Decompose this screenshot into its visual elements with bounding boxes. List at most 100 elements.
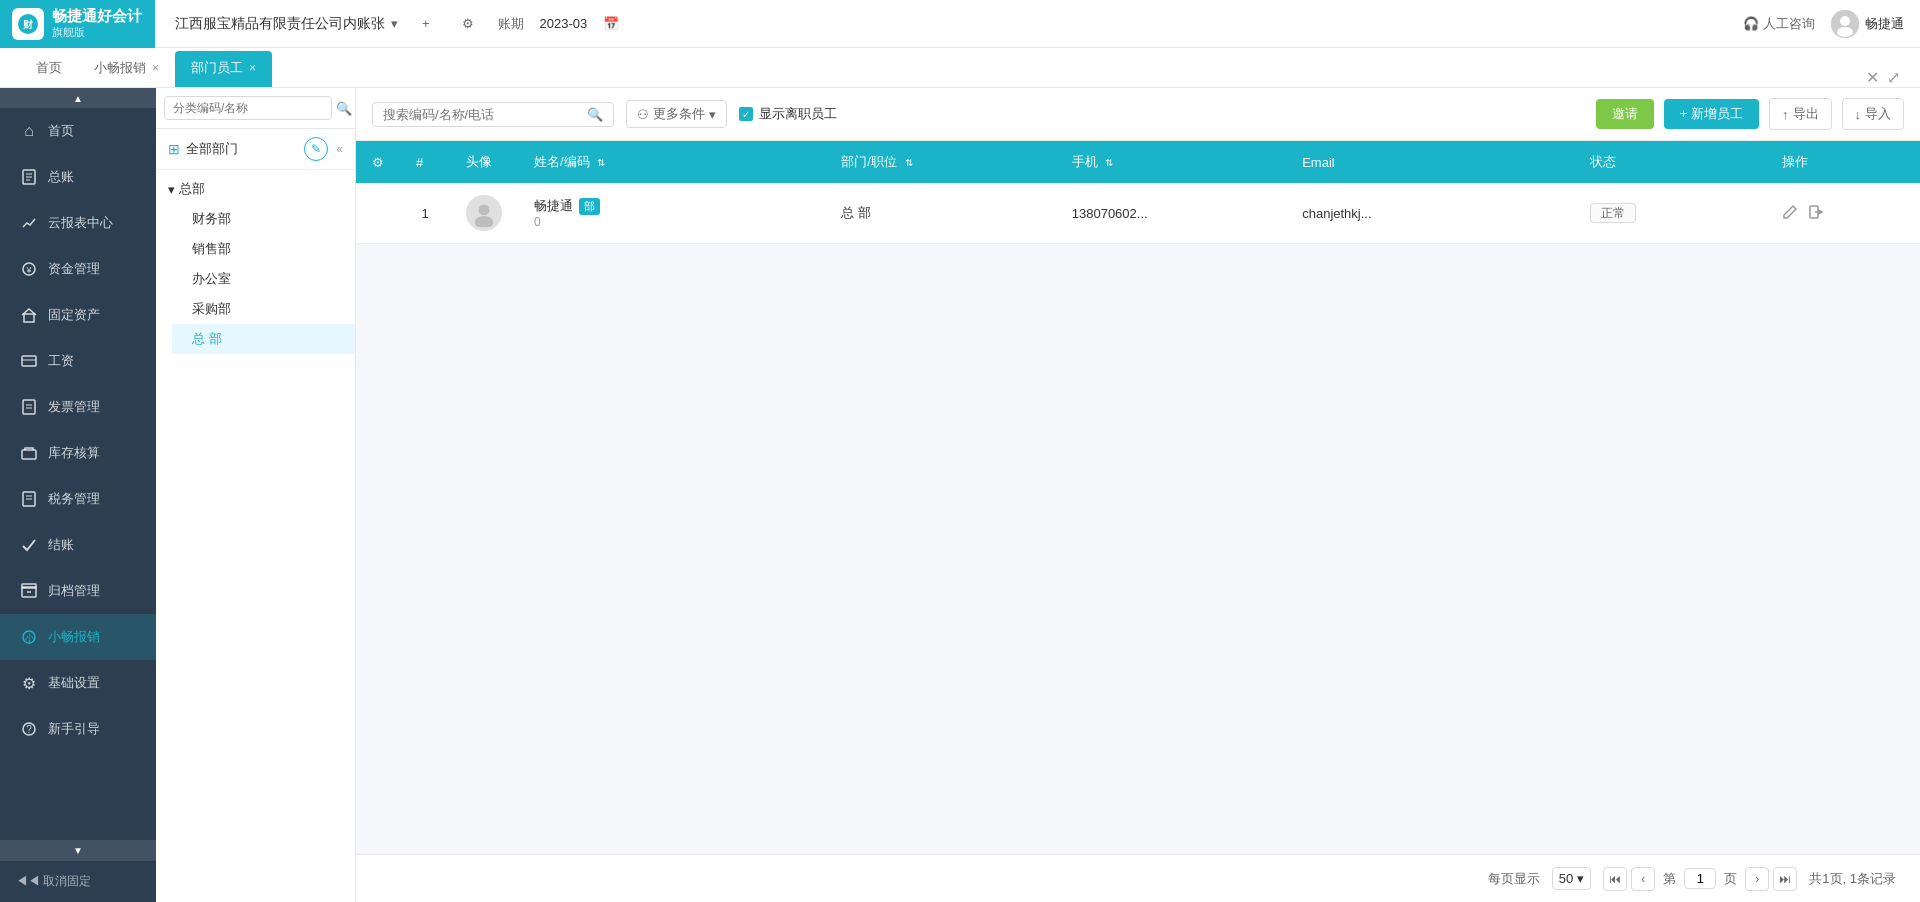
sidebar-item-payroll[interactable]: 工资 xyxy=(0,338,156,384)
dept-item-sales[interactable]: 销售部 xyxy=(172,234,355,264)
sidebar-item-ledger[interactable]: 总账 xyxy=(0,154,156,200)
expense-icon: 小 xyxy=(20,628,38,646)
tab-expense[interactable]: 小畅报销 × xyxy=(78,51,175,87)
sidebar-item-basic[interactable]: ⚙ 基础设置 xyxy=(0,660,156,706)
sidebar-item-invoice[interactable]: 发票管理 xyxy=(0,384,156,430)
dept-item-general[interactable]: 总 部 xyxy=(172,324,355,354)
funds-icon: ¥ xyxy=(20,260,38,278)
employee-search-icon[interactable]: 🔍 xyxy=(587,107,603,122)
toolbar-right: 邀请 + 新增员工 ↑ 导出 ↓ 导入 xyxy=(1596,98,1904,130)
filter-button[interactable]: ⚇ 更多条件 ▾ xyxy=(626,100,727,128)
dept-item-office[interactable]: 办公室 xyxy=(172,264,355,294)
sidebar-item-inventory[interactable]: 库存核算 xyxy=(0,430,156,476)
employee-dept: 总 部 xyxy=(841,205,871,220)
dept-item-purchase-label: 采购部 xyxy=(192,300,231,318)
dept-search-input[interactable] xyxy=(164,96,332,120)
sidebar-item-closing[interactable]: 结账 xyxy=(0,522,156,568)
th-dept[interactable]: 部门/职位 ⇅ xyxy=(825,141,1055,183)
sidebar-item-funds[interactable]: ¥ 资金管理 xyxy=(0,246,156,292)
content-area: 🔍 ⊞ 全部部门 ✎ « ▾ 总部 财务部 xyxy=(156,88,1920,902)
calendar-icon[interactable]: 📅 xyxy=(603,16,619,31)
sidebar-item-guide[interactable]: ? 新手引导 xyxy=(0,706,156,752)
next-page-button[interactable]: › xyxy=(1745,867,1769,891)
export-button[interactable]: ↑ 导出 xyxy=(1769,98,1832,130)
employee-search-input[interactable] xyxy=(383,107,583,122)
settings-button[interactable]: ⚙ xyxy=(454,12,482,35)
th-name[interactable]: 姓名/编码 ⇅ xyxy=(518,141,825,183)
tab-home[interactable]: 首页 xyxy=(20,51,78,87)
add-tab-button[interactable]: + xyxy=(414,12,438,35)
first-page-button[interactable]: ⏮ xyxy=(1603,867,1627,891)
dept-arrow-icon: ▾ xyxy=(168,182,175,197)
pagination-bar: 每页显示 50 ▾ ⏮ ‹ 第 页 › ⏭ 共1页, 1条记录 xyxy=(356,854,1920,902)
tab-employee-label: 部门员工 xyxy=(191,59,243,77)
th-actions: 操作 xyxy=(1766,141,1920,183)
svg-text:财: 财 xyxy=(22,19,34,30)
dept-all-label: 全部部门 xyxy=(186,140,238,158)
dept-search-icon[interactable]: 🔍 xyxy=(336,101,352,116)
th-name-label: 姓名/编码 xyxy=(534,154,590,169)
basic-icon: ⚙ xyxy=(20,674,38,692)
sidebar-item-reports[interactable]: 云报表中心 xyxy=(0,200,156,246)
dept-item-finance[interactable]: 财务部 xyxy=(172,204,355,234)
last-page-button[interactable]: ⏭ xyxy=(1773,867,1797,891)
sidebar-label-home: 首页 xyxy=(48,122,74,140)
tab-employee-close-icon[interactable]: × xyxy=(249,61,256,75)
sidebar-label-archive: 归档管理 xyxy=(48,582,100,600)
tab-close-window-icon[interactable]: ✕ xyxy=(1866,68,1879,87)
tab-expand-icon[interactable]: ⤢ xyxy=(1887,68,1900,87)
td-phone: 138070602... xyxy=(1056,183,1286,244)
svg-rect-11 xyxy=(24,314,34,322)
period-label: 账期 xyxy=(498,15,524,33)
row-num: 1 xyxy=(421,206,428,221)
filter-dropdown-icon: ▾ xyxy=(709,107,716,122)
add-employee-button[interactable]: + 新增员工 xyxy=(1664,99,1759,129)
sidebar-scroll-up[interactable]: ▲ xyxy=(0,88,156,108)
employee-phone: 138070602... xyxy=(1072,206,1148,221)
th-phone[interactable]: 手机 ⇅ xyxy=(1056,141,1286,183)
dept-collapse-icon[interactable]: « xyxy=(336,142,343,156)
sidebar-item-assets[interactable]: 固定资产 xyxy=(0,292,156,338)
page-size-select[interactable]: 50 ▾ xyxy=(1552,867,1591,890)
th-settings[interactable]: ⚙ xyxy=(356,141,400,183)
page-size-dropdown-icon: ▾ xyxy=(1577,871,1584,886)
edit-employee-button[interactable] xyxy=(1782,204,1798,223)
th-name-sort-icon: ⇅ xyxy=(597,157,605,168)
logout-employee-button[interactable] xyxy=(1808,204,1824,223)
prev-page-button[interactable]: ‹ xyxy=(1631,867,1655,891)
svg-text:小: 小 xyxy=(25,633,34,643)
invoice-icon xyxy=(20,398,38,416)
employee-search-box: 🔍 xyxy=(372,102,614,127)
dept-parent-hq[interactable]: ▾ 总部 xyxy=(156,174,355,204)
show-resigned-option: ✓ 显示离职员工 xyxy=(739,105,837,123)
show-resigned-checkbox[interactable]: ✓ xyxy=(739,107,753,121)
dept-item-purchase[interactable]: 采购部 xyxy=(172,294,355,324)
dept-parent-label: 总部 xyxy=(179,180,205,198)
sidebar-scroll-down[interactable]: ▼ xyxy=(0,840,156,860)
sidebar-item-home[interactable]: ⌂ 首页 xyxy=(0,108,156,154)
sidebar-item-expense[interactable]: 小 小畅报销 xyxy=(0,614,156,660)
closing-icon xyxy=(20,536,38,554)
svg-rect-22 xyxy=(22,584,36,588)
assets-icon xyxy=(20,306,38,324)
company-dropdown-icon[interactable]: ▾ xyxy=(391,16,398,31)
invite-button[interactable]: 邀请 xyxy=(1596,99,1654,129)
import-button[interactable]: ↓ 导入 xyxy=(1842,98,1905,130)
support-button[interactable]: 🎧 人工咨询 xyxy=(1743,15,1815,33)
dept-edit-button[interactable]: ✎ xyxy=(304,137,328,161)
tabbar: 首页 小畅报销 × 部门员工 × ✕ ⤢ xyxy=(0,48,1920,88)
sidebar-item-archive[interactable]: 归档管理 xyxy=(0,568,156,614)
company-name: 江西服宝精品有限责任公司内账张 xyxy=(175,15,385,33)
page-number-input[interactable] xyxy=(1684,868,1716,889)
th-email: Email xyxy=(1286,141,1574,183)
sidebar-item-tax[interactable]: 税务管理 xyxy=(0,476,156,522)
logo: 财 畅捷通好会计 旗舰版 xyxy=(0,0,155,48)
cancel-pin-button[interactable]: ◀◀ 取消固定 xyxy=(0,860,156,902)
user-area[interactable]: 畅捷通 xyxy=(1831,10,1904,38)
tab-expense-close-icon[interactable]: × xyxy=(152,61,159,75)
total-info: 共1页, 1条记录 xyxy=(1809,870,1896,888)
employee-panel: 🔍 ⚇ 更多条件 ▾ ✓ 显示离职员工 邀请 + 新增员工 ↑ 导出 xyxy=(356,88,1920,902)
support-label: 人工咨询 xyxy=(1763,15,1815,33)
tab-employee[interactable]: 部门员工 × xyxy=(175,51,272,87)
logo-title: 畅捷通好会计 xyxy=(52,7,142,25)
